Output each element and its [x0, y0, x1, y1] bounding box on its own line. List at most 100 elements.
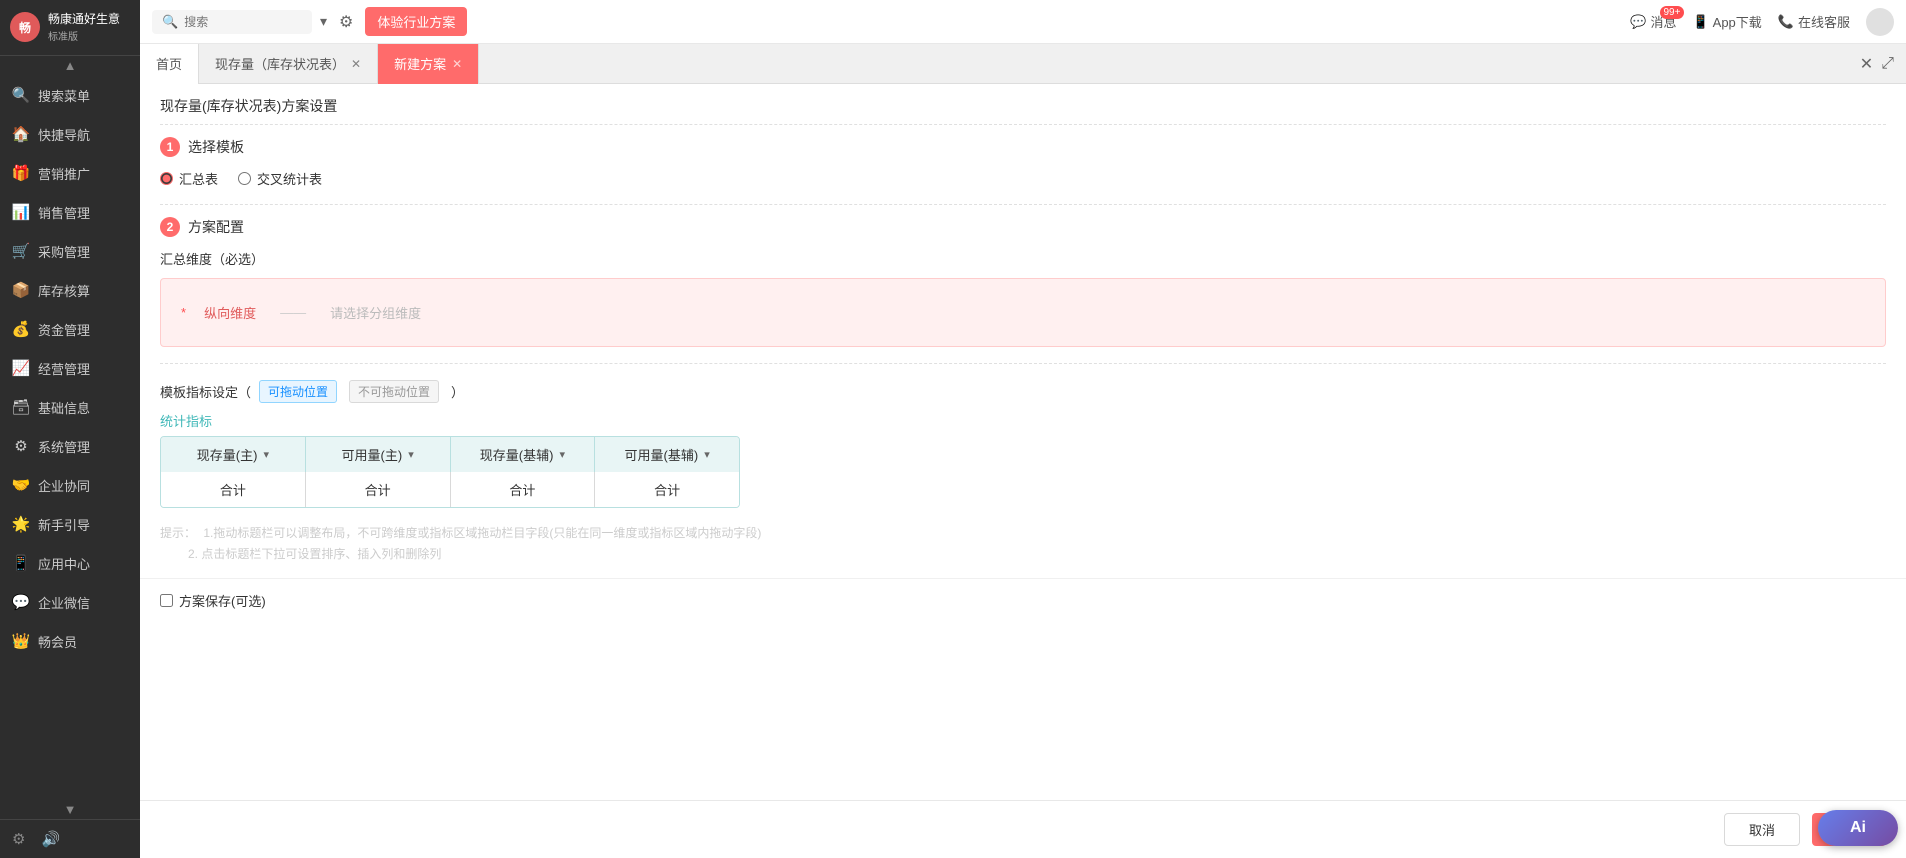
sidebar-item-label: 销售管理	[38, 203, 90, 222]
cancel-button[interactable]: 取消	[1724, 813, 1800, 846]
step1-badge: 1	[160, 137, 180, 157]
topbar-message[interactable]: 💬 消息 99+	[1630, 12, 1676, 31]
sidebar: 畅 畅康通好生意 标准版 ▲ 🔍 搜索菜单 🏠 快捷导航 🎁 营销推广 📊 销售…	[0, 0, 140, 858]
tab-home[interactable]: 首页	[140, 44, 199, 84]
stats-table-body: 合计 合计 合计 合计	[161, 472, 739, 507]
page-content: 现存量(库存状况表)方案设置 1 选择模板 汇总表 交叉统计表	[140, 84, 1906, 858]
sidebar-item-quick-nav[interactable]: 🏠 快捷导航	[0, 115, 140, 154]
tab-inventory-status[interactable]: 现存量（库存状况表） ✕	[199, 44, 378, 84]
sidebar-item-purchase[interactable]: 🛒 采购管理	[0, 232, 140, 271]
sidebar-scroll-up[interactable]: ▲	[0, 56, 140, 76]
sidebar-item-label: 畅会员	[38, 632, 77, 651]
topbar-search-box[interactable]: 🔍	[152, 10, 312, 34]
sidebar-item-label: 新手引导	[38, 515, 90, 534]
sidebar-item-inventory[interactable]: 📦 库存核算	[0, 271, 140, 310]
col-3[interactable]: 可用量(基辅) ▾	[595, 437, 739, 472]
app-center-icon: 📱	[12, 554, 30, 572]
cell-3: 合计	[595, 472, 739, 507]
radio-summary-label: 汇总表	[179, 169, 218, 188]
topbar-gear-icon[interactable]: ⚙	[339, 12, 353, 32]
col-0[interactable]: 现存量(主) ▾	[161, 437, 306, 472]
col-1-label: 可用量(主)	[342, 445, 403, 464]
sidebar-item-label: 企业微信	[38, 593, 90, 612]
sidebar-item-search-menu[interactable]: 🔍 搜索菜单	[0, 76, 140, 115]
col-2-label: 现存量(基辅)	[480, 445, 554, 464]
step2-section: 2 方案配置 汇总维度（必选） * 纵向维度 —— 请选择分组维度 模板指标设定…	[160, 217, 1886, 562]
tab-new-plan-close-icon[interactable]: ✕	[452, 57, 462, 71]
sidebar-item-system[interactable]: ⚙ 系统管理	[0, 427, 140, 466]
sidebar-scroll-down[interactable]: ▼	[0, 799, 140, 819]
topbar-dropdown-icon[interactable]: ▾	[320, 13, 327, 30]
sidebar-item-newcomer[interactable]: 🌟 新手引导	[0, 505, 140, 544]
sidebar-item-cooperation[interactable]: 🤝 企业协同	[0, 466, 140, 505]
summary-dim-label: 汇总维度（必选）	[160, 249, 1886, 268]
quick-nav-icon: 🏠	[12, 125, 30, 143]
save-plan-label[interactable]: 方案保存(可选)	[160, 591, 266, 610]
sidebar-item-wechat[interactable]: 💬 企业微信	[0, 583, 140, 622]
tab-close-btn[interactable]: ✕	[1860, 54, 1873, 74]
save-plan-checkbox[interactable]	[160, 594, 173, 607]
tips-title: 提示：	[160, 526, 196, 540]
col-1[interactable]: 可用量(主) ▾	[306, 437, 451, 472]
app-name: 畅康通好生意	[48, 12, 120, 28]
sidebar-item-sales[interactable]: 📊 销售管理	[0, 193, 140, 232]
sidebar-item-label: 搜索菜单	[38, 86, 90, 105]
settings-icon[interactable]: ⚙	[12, 830, 25, 848]
cooperation-icon: 🤝	[12, 476, 30, 494]
user-avatar[interactable]	[1866, 8, 1894, 36]
radio-summary[interactable]: 汇总表	[160, 169, 218, 188]
tab-inventory-close-icon[interactable]: ✕	[351, 57, 361, 71]
tab-new-plan[interactable]: 新建方案 ✕	[378, 44, 479, 84]
sidebar-item-basic-info[interactable]: 🗃 基础信息	[0, 388, 140, 427]
sidebar-item-member[interactable]: 👑 畅会员	[0, 622, 140, 661]
sidebar-item-label: 采购管理	[38, 242, 90, 261]
stats-table-header: 现存量(主) ▾ 可用量(主) ▾ 现存量(基辅) ▾ 可用量(基辅)	[161, 437, 739, 472]
message-icon: 💬	[1630, 14, 1646, 30]
sidebar-item-operations[interactable]: 📈 经营管理	[0, 349, 140, 388]
radio-crosstab-input[interactable]	[238, 172, 251, 185]
marketing-icon: 🎁	[12, 164, 30, 182]
step1-divider	[160, 204, 1886, 205]
topbar-online-service[interactable]: 📞 在线客服	[1778, 12, 1850, 31]
vertical-dim-label: 纵向维度	[204, 303, 256, 322]
search-input[interactable]	[184, 15, 284, 29]
col-1-arrow[interactable]: ▾	[408, 448, 414, 461]
radio-summary-input[interactable]	[160, 172, 173, 185]
save-plan-label-text: 方案保存(可选)	[179, 591, 266, 610]
operations-icon: 📈	[12, 359, 30, 377]
col-0-arrow[interactable]: ▾	[263, 448, 269, 461]
stats-section: 统计指标 现存量(主) ▾ 可用量(主) ▾ 现存量(基辅)	[160, 411, 1886, 508]
step2-title: 方案配置	[188, 217, 244, 237]
service-icon: 📞	[1778, 14, 1794, 30]
search-menu-icon: 🔍	[12, 86, 30, 104]
step1-title: 选择模板	[188, 137, 244, 157]
purchase-icon: 🛒	[12, 242, 30, 260]
trial-btn[interactable]: 体验行业方案	[365, 7, 467, 36]
radio-crosstab[interactable]: 交叉统计表	[238, 169, 322, 188]
vertical-dim-dash: ——	[280, 305, 306, 320]
message-badge: 99+	[1660, 6, 1685, 19]
main-area: 🔍 ▾ ⚙ 体验行业方案 💬 消息 99+ 📱 App下载 📞 在线客服	[140, 0, 1906, 858]
sidebar-item-finance[interactable]: 💰 资金管理	[0, 310, 140, 349]
tips-item-0: 1.拖动标题栏可以调整布局，不可跨维度或指标区域拖动栏目字段(只能在同一维度或指…	[203, 526, 761, 540]
col-2[interactable]: 现存量(基辅) ▾	[451, 437, 596, 472]
tab-home-label: 首页	[156, 54, 182, 73]
ai-fab-button[interactable]: Ai	[1818, 810, 1898, 846]
sidebar-item-marketing[interactable]: 🎁 营销推广	[0, 154, 140, 193]
required-star: *	[181, 305, 186, 320]
topbar-app-download[interactable]: 📱 App下载	[1692, 12, 1761, 31]
tab-expand-btn[interactable]: ⤢	[1881, 55, 1894, 73]
step2-header: 2 方案配置	[160, 217, 1886, 237]
col-2-arrow[interactable]: ▾	[559, 448, 565, 461]
sidebar-nav: 🔍 搜索菜单 🏠 快捷导航 🎁 营销推广 📊 销售管理 🛒 采购管理 📦 库存核…	[0, 76, 140, 799]
col-3-arrow[interactable]: ▾	[704, 448, 710, 461]
step1-section: 1 选择模板 汇总表 交叉统计表	[160, 137, 1886, 188]
cell-1: 合计	[306, 472, 451, 507]
sidebar-item-app-center[interactable]: 📱 应用中心	[0, 544, 140, 583]
indicator-close-paren: ）	[451, 382, 464, 401]
sidebar-logo: 畅 畅康通好生意 标准版	[0, 0, 140, 56]
service-label: 在线客服	[1798, 12, 1850, 31]
sound-icon[interactable]: 🔊	[41, 830, 60, 848]
topbar-right: 💬 消息 99+ 📱 App下载 📞 在线客服	[1630, 8, 1894, 36]
system-icon: ⚙	[12, 437, 30, 455]
